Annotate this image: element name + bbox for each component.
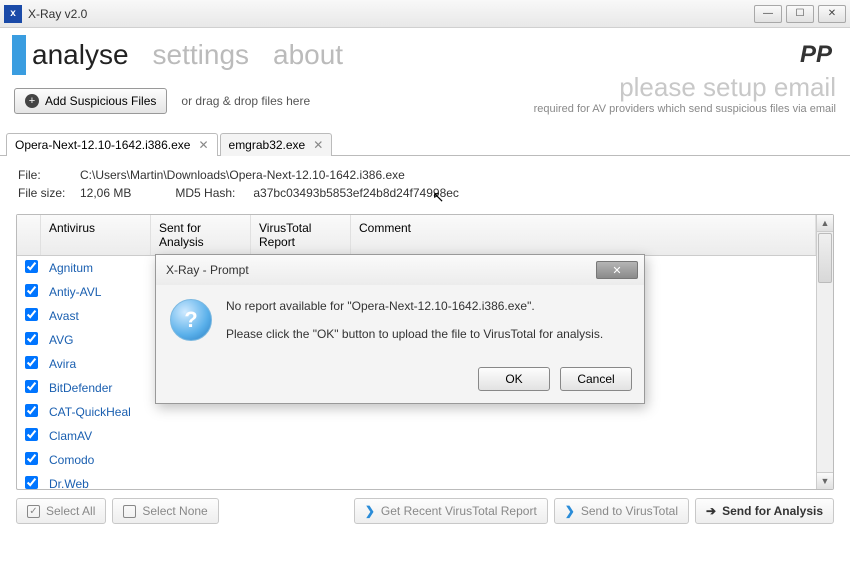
- row-checkbox[interactable]: [25, 428, 38, 441]
- antivirus-name: Antiy-AVL: [41, 283, 151, 301]
- dialog-message-1: No report available for "Opera-Next-12.1…: [226, 299, 603, 313]
- minimize-button[interactable]: —: [754, 5, 782, 23]
- nav-analyse[interactable]: analyse: [32, 39, 129, 71]
- table-row[interactable]: Comodo: [17, 448, 816, 472]
- send-to-virustotal-button[interactable]: ❯ Send to VirusTotal: [554, 498, 689, 524]
- dialog-title: X-Ray - Prompt: [166, 263, 596, 277]
- maximize-button[interactable]: ☐: [786, 5, 814, 23]
- tab-label: emgrab32.exe: [229, 138, 306, 152]
- window-title: X-Ray v2.0: [28, 7, 754, 21]
- row-checkbox[interactable]: [25, 356, 38, 369]
- tab-close-icon[interactable]: ✕: [198, 138, 208, 152]
- file-tab[interactable]: emgrab32.exe ✕: [220, 133, 333, 156]
- antivirus-name: Agnitum: [41, 259, 151, 277]
- file-tab[interactable]: Opera-Next-12.10-1642.i386.exe ✕: [6, 133, 218, 156]
- cancel-button[interactable]: Cancel: [560, 367, 632, 391]
- table-row[interactable]: ClamAV: [17, 424, 816, 448]
- question-icon: ?: [170, 299, 212, 341]
- antivirus-name: CAT-QuickHeal: [41, 403, 151, 421]
- antivirus-name: Avira: [41, 355, 151, 373]
- add-button-label: Add Suspicious Files: [45, 94, 156, 108]
- close-window-button[interactable]: ✕: [818, 5, 846, 23]
- row-checkbox[interactable]: [25, 452, 38, 465]
- dialog-close-button[interactable]: ✕: [596, 261, 638, 279]
- table-row[interactable]: Dr.Web: [17, 472, 816, 489]
- file-size-value: 12,06 MB: [80, 186, 131, 200]
- row-checkbox[interactable]: [25, 404, 38, 417]
- prompt-dialog: X-Ray - Prompt ✕ ? No report available f…: [155, 254, 645, 404]
- send-for-analysis-button[interactable]: ➔ Send for Analysis: [695, 498, 834, 524]
- ok-button[interactable]: OK: [478, 367, 550, 391]
- md5-label: MD5 Hash:: [175, 186, 239, 200]
- nav-about[interactable]: about: [273, 39, 343, 71]
- antivirus-name: AVG: [41, 331, 151, 349]
- accent-bar: [12, 35, 26, 75]
- toolbar: + Add Suspicious Files or drag & drop fi…: [0, 82, 850, 132]
- row-checkbox[interactable]: [25, 332, 38, 345]
- file-size-label: File size:: [18, 186, 66, 200]
- tab-close-icon[interactable]: ✕: [313, 138, 323, 152]
- plus-icon: +: [25, 94, 39, 108]
- add-suspicious-files-button[interactable]: + Add Suspicious Files: [14, 88, 167, 114]
- checkbox-icon: [123, 505, 136, 518]
- scroll-up-icon[interactable]: ▲: [817, 215, 833, 232]
- select-none-button[interactable]: Select None: [112, 498, 218, 524]
- file-tabs: Opera-Next-12.10-1642.i386.exe ✕ emgrab3…: [0, 132, 850, 156]
- col-virustotal[interactable]: VirusTotal Report: [251, 215, 351, 255]
- drag-drop-hint: or drag & drop files here: [181, 94, 310, 108]
- antivirus-name: BitDefender: [41, 379, 151, 397]
- col-antivirus[interactable]: Antivirus: [41, 215, 151, 255]
- scroll-down-icon[interactable]: ▼: [817, 472, 833, 489]
- file-path: C:\Users\Martin\Downloads\Opera-Next-12.…: [80, 168, 405, 182]
- row-checkbox[interactable]: [25, 308, 38, 321]
- select-all-button[interactable]: ✓ Select All: [16, 498, 106, 524]
- antivirus-name: Avast: [41, 307, 151, 325]
- app-icon: x: [4, 5, 22, 23]
- checkbox-icon: ✓: [27, 505, 40, 518]
- grid-header: Antivirus Sent for Analysis VirusTotal R…: [17, 215, 816, 256]
- md5-value: a37bc03493b5853ef24b8d24f74998ec: [253, 186, 459, 200]
- tab-label: Opera-Next-12.10-1642.i386.exe: [15, 138, 190, 152]
- arrow-icon: ❯: [365, 504, 375, 518]
- col-comment[interactable]: Comment: [351, 215, 816, 255]
- setup-email-title: please setup email: [534, 72, 836, 103]
- arrow-icon: ➔: [706, 504, 716, 518]
- paypal-logo-icon: PP: [800, 41, 838, 69]
- footer-toolbar: ✓ Select All Select None ❯ Get Recent Vi…: [0, 490, 850, 532]
- col-sent[interactable]: Sent for Analysis: [151, 215, 251, 255]
- antivirus-name: Dr.Web: [41, 475, 151, 489]
- file-info-panel: File: C:\Users\Martin\Downloads\Opera-Ne…: [0, 156, 850, 214]
- row-checkbox[interactable]: [25, 476, 38, 489]
- get-virustotal-report-button[interactable]: ❯ Get Recent VirusTotal Report: [354, 498, 548, 524]
- vertical-scrollbar[interactable]: ▲ ▼: [816, 215, 833, 489]
- row-checkbox[interactable]: [25, 260, 38, 273]
- file-label: File:: [18, 168, 66, 182]
- scroll-thumb[interactable]: [818, 233, 832, 283]
- setup-email-subtitle: required for AV providers which send sus…: [534, 103, 836, 115]
- row-checkbox[interactable]: [25, 284, 38, 297]
- arrow-icon: ❯: [565, 504, 575, 518]
- nav-settings[interactable]: settings: [153, 39, 250, 71]
- antivirus-name: Comodo: [41, 451, 151, 469]
- antivirus-name: ClamAV: [41, 427, 151, 445]
- dialog-message-2: Please click the "OK" button to upload t…: [226, 327, 603, 341]
- titlebar: x X-Ray v2.0 — ☐ ✕: [0, 0, 850, 28]
- row-checkbox[interactable]: [25, 380, 38, 393]
